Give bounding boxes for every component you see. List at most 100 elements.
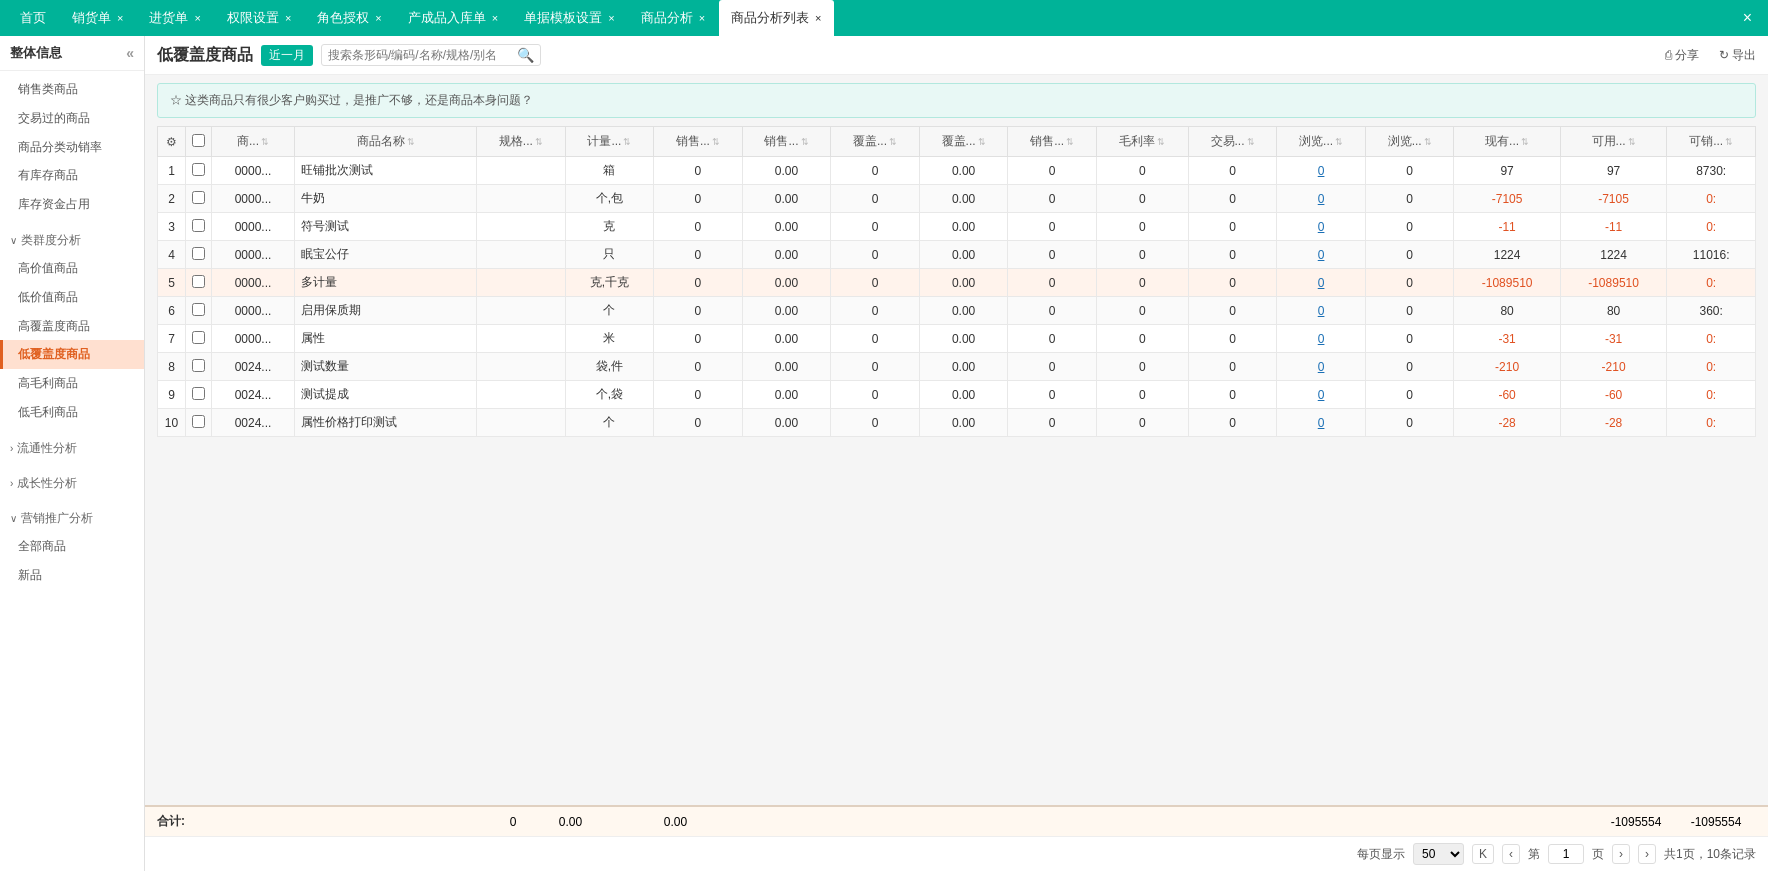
row-browse1[interactable]: 0 bbox=[1277, 269, 1366, 297]
nav-tab-goods-analysis[interactable]: 商品分析 × bbox=[629, 0, 717, 36]
nav-tab-sales-close[interactable]: × bbox=[117, 12, 123, 24]
nav-tab-goods-analysis-list-close[interactable]: × bbox=[815, 12, 821, 24]
sidebar-item-new-goods[interactable]: 新品 bbox=[0, 561, 144, 590]
row-cov2: 0.00 bbox=[919, 269, 1008, 297]
nav-tab-roles-close[interactable]: × bbox=[375, 12, 381, 24]
col-gross-rate[interactable]: 毛利率⇅ bbox=[1096, 127, 1188, 157]
row-checkbox[interactable] bbox=[186, 297, 212, 325]
row-select-checkbox[interactable] bbox=[192, 163, 205, 176]
row-checkbox[interactable] bbox=[186, 269, 212, 297]
col-sales-amt[interactable]: 销售...⇅ bbox=[742, 127, 831, 157]
row-select-checkbox[interactable] bbox=[192, 331, 205, 344]
nav-tab-sales[interactable]: 销货单 × bbox=[60, 0, 135, 36]
row-cov1: 0 bbox=[831, 185, 920, 213]
col-unit[interactable]: 计量...⇅ bbox=[565, 127, 654, 157]
row-browse1[interactable]: 0 bbox=[1277, 241, 1366, 269]
row-browse1[interactable]: 0 bbox=[1277, 353, 1366, 381]
export-button[interactable]: ↻ 导出 bbox=[1719, 47, 1756, 64]
sidebar-item-in-stock[interactable]: 有库存商品 bbox=[0, 161, 144, 190]
sidebar-section-marketing-title[interactable]: ∨ 营销推广分析 bbox=[0, 505, 144, 532]
row-checkbox[interactable] bbox=[186, 185, 212, 213]
nav-tab-template-close[interactable]: × bbox=[608, 12, 614, 24]
row-select-checkbox[interactable] bbox=[192, 219, 205, 232]
row-checkbox[interactable] bbox=[186, 409, 212, 437]
col-sales-qty[interactable]: 销售...⇅ bbox=[654, 127, 743, 157]
sidebar-item-sales-goods[interactable]: 销售类商品 bbox=[0, 75, 144, 104]
nav-tab-permissions[interactable]: 权限设置 × bbox=[215, 0, 303, 36]
row-checkbox[interactable] bbox=[186, 381, 212, 409]
col-checkbox[interactable] bbox=[186, 127, 212, 157]
row-select-checkbox[interactable] bbox=[192, 415, 205, 428]
col-browse1[interactable]: 浏览...⇅ bbox=[1277, 127, 1366, 157]
row-browse1[interactable]: 0 bbox=[1277, 185, 1366, 213]
next-page-button[interactable]: › bbox=[1612, 844, 1630, 864]
row-select-checkbox[interactable] bbox=[192, 359, 205, 372]
page-size-select[interactable]: 50 20 100 bbox=[1413, 843, 1464, 865]
row-browse1[interactable]: 0 bbox=[1277, 381, 1366, 409]
nav-tab-goods-analysis-close[interactable]: × bbox=[699, 12, 705, 24]
row-browse1[interactable]: 0 bbox=[1277, 297, 1366, 325]
row-checkbox[interactable] bbox=[186, 241, 212, 269]
col-current[interactable]: 现有...⇅ bbox=[1454, 127, 1560, 157]
sidebar-item-high-coverage[interactable]: 高覆盖度商品 bbox=[0, 312, 144, 341]
sidebar-item-high-margin[interactable]: 高毛利商品 bbox=[0, 369, 144, 398]
sidebar-collapse-button[interactable]: « bbox=[126, 45, 134, 61]
page-number-input[interactable] bbox=[1548, 844, 1584, 864]
row-select-checkbox[interactable] bbox=[192, 303, 205, 316]
col-browse2[interactable]: 浏览...⇅ bbox=[1365, 127, 1454, 157]
row-select-checkbox[interactable] bbox=[192, 275, 205, 288]
sidebar-section-circulation-title[interactable]: › 流通性分析 bbox=[0, 435, 144, 462]
col-settings[interactable]: ⚙ bbox=[158, 127, 186, 157]
nav-tab-purchase[interactable]: 进货单 × bbox=[137, 0, 212, 36]
col-code[interactable]: 商...⇅ bbox=[212, 127, 295, 157]
row-browse1[interactable]: 0 bbox=[1277, 409, 1366, 437]
row-checkbox[interactable] bbox=[186, 325, 212, 353]
sidebar-item-low-margin[interactable]: 低毛利商品 bbox=[0, 398, 144, 427]
row-checkbox[interactable] bbox=[186, 353, 212, 381]
share-button[interactable]: ⎙ 分享 bbox=[1665, 47, 1699, 64]
col-saleable[interactable]: 可销...⇅ bbox=[1667, 127, 1756, 157]
select-all-checkbox[interactable] bbox=[192, 134, 205, 147]
col-available[interactable]: 可用...⇅ bbox=[1560, 127, 1666, 157]
nav-tab-goods-analysis-list[interactable]: 商品分析列表 × bbox=[719, 0, 833, 36]
sidebar-item-category-rate[interactable]: 商品分类动销率 bbox=[0, 133, 144, 162]
last-page-button[interactable]: › bbox=[1638, 844, 1656, 864]
col-sales3[interactable]: 销售...⇅ bbox=[1008, 127, 1097, 157]
col-trade[interactable]: 交易...⇅ bbox=[1188, 127, 1277, 157]
window-close-button[interactable]: × bbox=[1735, 9, 1760, 27]
sidebar-item-all-goods[interactable]: 全部商品 bbox=[0, 532, 144, 561]
sidebar-section-cluster-title[interactable]: ∨ 类群度分析 bbox=[0, 227, 144, 254]
col-spec[interactable]: 规格...⇅ bbox=[477, 127, 566, 157]
row-select-checkbox[interactable] bbox=[192, 387, 205, 400]
sidebar-section-growth-title[interactable]: › 成长性分析 bbox=[0, 470, 144, 497]
sidebar-item-low-coverage[interactable]: 低覆盖度商品 bbox=[0, 340, 144, 369]
row-browse1[interactable]: 0 bbox=[1277, 213, 1366, 241]
first-page-button[interactable]: K bbox=[1472, 844, 1494, 864]
row-cov1: 0 bbox=[831, 381, 920, 409]
row-checkbox[interactable] bbox=[186, 213, 212, 241]
nav-tab-purchase-close[interactable]: × bbox=[194, 12, 200, 24]
nav-tab-product-inbound-close[interactable]: × bbox=[492, 12, 498, 24]
prev-page-button[interactable]: ‹ bbox=[1502, 844, 1520, 864]
search-icon[interactable]: 🔍 bbox=[517, 47, 534, 63]
row-browse1[interactable]: 0 bbox=[1277, 157, 1366, 185]
sidebar-item-high-value[interactable]: 高价值商品 bbox=[0, 254, 144, 283]
row-browse1[interactable]: 0 bbox=[1277, 325, 1366, 353]
row-checkbox[interactable] bbox=[186, 157, 212, 185]
time-filter-button[interactable]: 近一月 bbox=[261, 45, 313, 66]
col-name[interactable]: 商品名称⇅ bbox=[295, 127, 477, 157]
nav-tab-product-inbound[interactable]: 产成品入库单 × bbox=[396, 0, 510, 36]
col-coverage2[interactable]: 覆盖...⇅ bbox=[919, 127, 1008, 157]
nav-tab-roles[interactable]: 角色授权 × bbox=[305, 0, 393, 36]
sidebar-item-low-value[interactable]: 低价值商品 bbox=[0, 283, 144, 312]
sidebar-item-traded-goods[interactable]: 交易过的商品 bbox=[0, 104, 144, 133]
sidebar-item-inventory-capital[interactable]: 库存资金占用 bbox=[0, 190, 144, 219]
row-select-checkbox[interactable] bbox=[192, 247, 205, 260]
row-select-checkbox[interactable] bbox=[192, 191, 205, 204]
nav-tab-template[interactable]: 单据模板设置 × bbox=[512, 0, 626, 36]
nav-tab-home[interactable]: 首页 bbox=[8, 0, 58, 36]
row-sales-qty: 0 bbox=[654, 325, 743, 353]
nav-tab-permissions-close[interactable]: × bbox=[285, 12, 291, 24]
search-input[interactable] bbox=[328, 48, 513, 62]
col-coverage1[interactable]: 覆盖...⇅ bbox=[831, 127, 920, 157]
